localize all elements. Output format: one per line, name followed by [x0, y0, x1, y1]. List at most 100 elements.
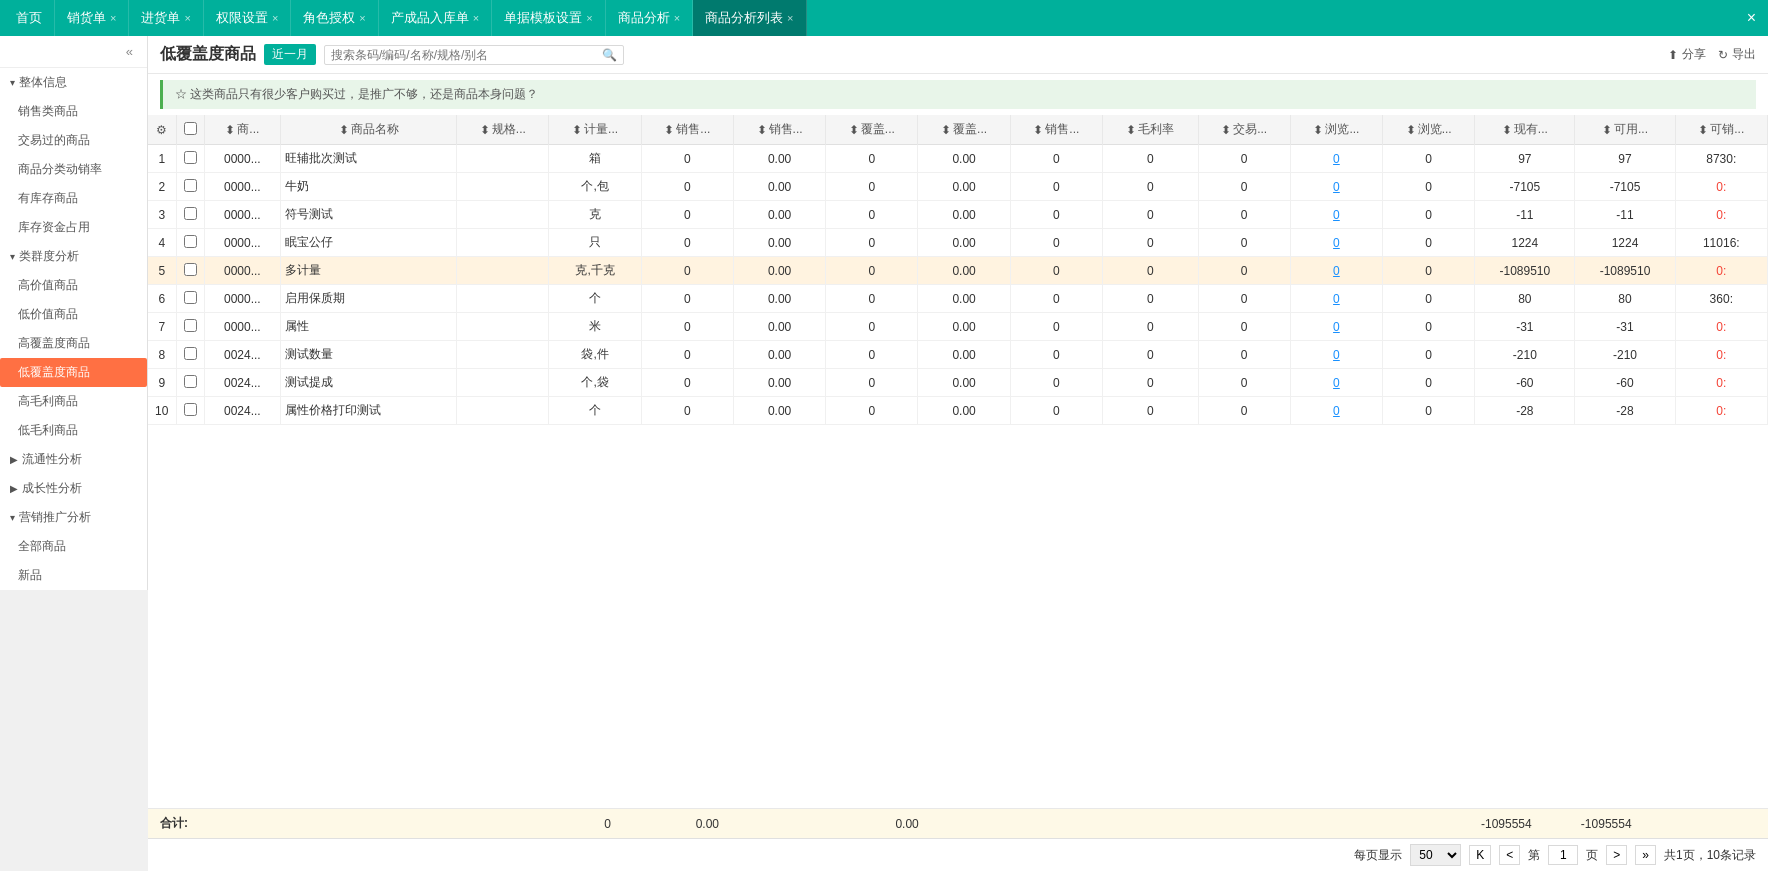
sidebar-item-high-profit[interactable]: 高毛利商品 [0, 387, 147, 416]
table-cell-spec [457, 397, 549, 425]
col-browse2: ⬍浏览... [1383, 115, 1475, 145]
table-cell-check[interactable] [176, 201, 204, 229]
close-purchase-tab[interactable]: × [184, 12, 190, 24]
sidebar-item-new-goods[interactable]: 新品 [0, 561, 147, 590]
search-input[interactable] [331, 48, 602, 62]
table-cell-code: 0000... [204, 285, 281, 313]
next-page-btn[interactable]: > [1606, 845, 1627, 865]
table-cell-check[interactable] [176, 285, 204, 313]
share-button[interactable]: ⬆ 分享 [1668, 46, 1706, 63]
sidebar-item-stock-capital[interactable]: 库存资金占用 [0, 213, 147, 242]
table-cell-cov2: 0.00 [918, 369, 1010, 397]
table-cell-current: -11 [1475, 201, 1575, 229]
col-check[interactable] [176, 115, 204, 145]
sidebar-item-traded-goods[interactable]: 交易过的商品 [0, 126, 147, 155]
page-input[interactable] [1548, 845, 1578, 865]
table-cell-cov1: 0 [826, 369, 918, 397]
table-cell-available: -28 [1575, 397, 1675, 425]
table-cell-name: 测试提成 [281, 369, 457, 397]
table-cell-name: 属性价格打印测试 [281, 397, 457, 425]
sidebar-item-low-profit[interactable]: 低毛利商品 [0, 416, 147, 445]
table-cell-browse1[interactable]: 0 [1290, 369, 1382, 397]
nav-tab-template[interactable]: 单据模板设置 × [492, 0, 605, 36]
sidebar-item-stocked-goods[interactable]: 有库存商品 [0, 184, 147, 213]
table-cell-cov1: 0 [826, 173, 918, 201]
col-settings[interactable]: ⚙ [148, 115, 176, 145]
close-role-tab[interactable]: × [359, 12, 365, 24]
nav-tab-sales[interactable]: 销货单 × [55, 0, 129, 36]
sidebar-item-all-goods[interactable]: 全部商品 [0, 532, 147, 561]
table-cell-cov1: 0 [826, 201, 918, 229]
sidebar-item-category-rate[interactable]: 商品分类动销率 [0, 155, 147, 184]
close-goods-list-tab[interactable]: × [787, 12, 793, 24]
check-all-checkbox[interactable] [184, 122, 197, 135]
table-cell-code: 0000... [204, 145, 281, 173]
page-size-select[interactable]: 50 100 200 [1410, 844, 1461, 866]
nav-tab-purchase[interactable]: 进货单 × [129, 0, 203, 36]
nav-tab-home[interactable]: 首页 [4, 0, 55, 36]
export-button[interactable]: ↻ 导出 [1718, 46, 1756, 63]
table-cell-available: 97 [1575, 145, 1675, 173]
nav-tab-permission[interactable]: 权限设置 × [204, 0, 291, 36]
table-cell-sellable: 0: [1675, 257, 1767, 285]
overall-arrow: ▾ [10, 77, 15, 88]
sidebar-section-overall[interactable]: ▾ 整体信息 [0, 68, 147, 97]
close-goods-analysis-tab[interactable]: × [674, 12, 680, 24]
table-cell-check[interactable] [176, 257, 204, 285]
table-cell-spec [457, 313, 549, 341]
footer-sales-qty: 0 [558, 817, 658, 831]
close-permission-tab[interactable]: × [272, 12, 278, 24]
first-page-btn[interactable]: K [1469, 845, 1491, 865]
table-cell-transaction: 0 [1198, 257, 1290, 285]
table-cell-check[interactable] [176, 397, 204, 425]
table-footer: 合计: 0 0.00 0.00 -1095554 -1095554 [148, 808, 1768, 838]
close-sales-tab[interactable]: × [110, 12, 116, 24]
period-button[interactable]: 近一月 [264, 44, 316, 65]
sidebar-item-low-value[interactable]: 低价值商品 [0, 300, 147, 329]
table-cell-browse1[interactable]: 0 [1290, 313, 1382, 341]
sidebar-section-marketing[interactable]: ▾ 营销推广分析 [0, 503, 147, 532]
table-cell-check[interactable] [176, 145, 204, 173]
sidebar-collapse-btn[interactable]: « [120, 42, 139, 61]
table-cell-browse1[interactable]: 0 [1290, 285, 1382, 313]
table-cell-browse1[interactable]: 0 [1290, 173, 1382, 201]
sidebar-item-low-coverage[interactable]: 低覆盖度商品 [0, 358, 147, 387]
table-cell-browse1[interactable]: 0 [1290, 229, 1382, 257]
sidebar-section-liquidity[interactable]: ▶ 流通性分析 [0, 445, 147, 474]
table-cell-check[interactable] [176, 313, 204, 341]
table-cell-no: 5 [148, 257, 176, 285]
close-template-tab[interactable]: × [586, 12, 592, 24]
sidebar-item-sales-goods[interactable]: 销售类商品 [0, 97, 147, 126]
table-cell-browse1[interactable]: 0 [1290, 257, 1382, 285]
table-cell-check[interactable] [176, 369, 204, 397]
liquidity-arrow: ▶ [10, 454, 18, 465]
sidebar-section-growth[interactable]: ▶ 成长性分析 [0, 474, 147, 503]
table-cell-browse1[interactable]: 0 [1290, 145, 1382, 173]
close-inventory-tab[interactable]: × [473, 12, 479, 24]
table-cell-gross-margin: 0 [1102, 285, 1198, 313]
sidebar-section-cluster[interactable]: ▾ 类群度分析 [0, 242, 147, 271]
sidebar-item-high-value[interactable]: 高价值商品 [0, 271, 147, 300]
table-cell-sales-days: 0 [1010, 257, 1102, 285]
table-cell-check[interactable] [176, 173, 204, 201]
table-cell-browse1[interactable]: 0 [1290, 201, 1382, 229]
nav-tab-role[interactable]: 角色授权 × [291, 0, 378, 36]
nav-tab-goods-list[interactable]: 商品分析列表 × [693, 0, 806, 36]
table-cell-cov2: 0.00 [918, 313, 1010, 341]
table-cell-code: 0024... [204, 341, 281, 369]
close-all-button[interactable]: × [1739, 9, 1764, 27]
sidebar-item-high-coverage[interactable]: 高覆盖度商品 [0, 329, 147, 358]
table-cell-browse1[interactable]: 0 [1290, 341, 1382, 369]
table-cell-sellable: 0: [1675, 341, 1767, 369]
last-page-btn[interactable]: » [1635, 845, 1656, 865]
search-box: 🔍 [324, 45, 624, 65]
table-cell-current: 80 [1475, 285, 1575, 313]
table-cell-check[interactable] [176, 229, 204, 257]
prev-page-btn[interactable]: < [1499, 845, 1520, 865]
nav-tab-goods-analysis[interactable]: 商品分析 × [606, 0, 693, 36]
search-icon: 🔍 [602, 48, 617, 62]
nav-tab-inventory[interactable]: 产成品入库单 × [379, 0, 492, 36]
table-cell-sellable: 0: [1675, 369, 1767, 397]
table-cell-browse1[interactable]: 0 [1290, 397, 1382, 425]
table-cell-check[interactable] [176, 341, 204, 369]
